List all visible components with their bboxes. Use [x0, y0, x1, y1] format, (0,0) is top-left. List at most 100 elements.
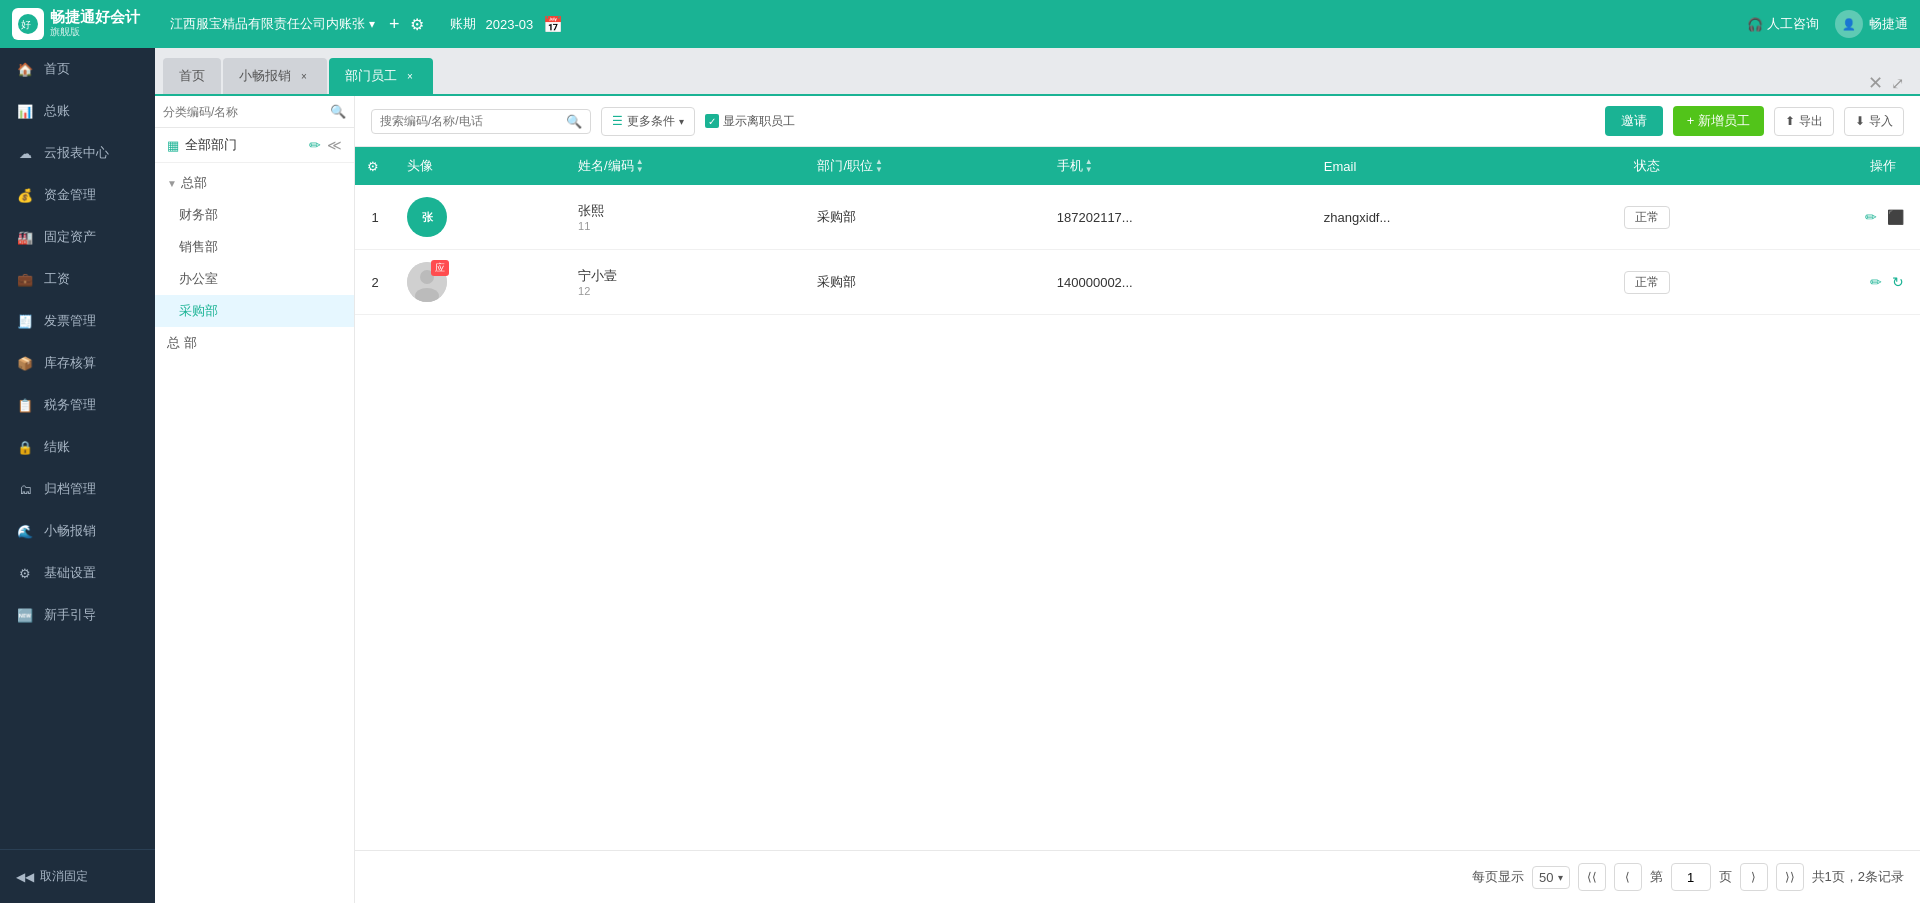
row-email-1: zhangxidf... — [1312, 185, 1554, 250]
next-page-button[interactable]: ⟩ — [1740, 863, 1768, 891]
table-header-row: ⚙ 头像 姓名/编码 ▲▼ — [355, 147, 1920, 185]
reports-icon: ☁ — [16, 144, 34, 162]
sidebar-item-assets[interactable]: 🏭 固定资产 — [0, 216, 155, 258]
calendar-icon[interactable]: 📅 — [543, 15, 563, 34]
tab-expense[interactable]: 小畅报销 × — [223, 58, 327, 94]
table-row: 2 — [355, 250, 1920, 315]
add-company-icon[interactable]: + — [389, 14, 400, 35]
company-selector[interactable]: 江西服宝精品有限责任公司内账张 ▾ — [170, 15, 375, 33]
prev-page-button[interactable]: ⟨ — [1614, 863, 1642, 891]
import-button[interactable]: ⬇ 导入 — [1844, 107, 1904, 136]
support-button[interactable]: 🎧 人工咨询 — [1747, 15, 1819, 33]
employee-search-input[interactable] — [380, 114, 560, 128]
sidebar-item-guide[interactable]: 🆕 新手引导 — [0, 594, 155, 636]
user-info[interactable]: 👤 畅捷通 — [1835, 10, 1908, 38]
salary-icon: 💼 — [16, 270, 34, 288]
row-dept-1: 采购部 — [805, 185, 1044, 250]
content-area: 首页 小畅报销 × 部门员工 × ✕ ⤢ 🔍 — [155, 48, 1920, 903]
first-page-button[interactable]: ⟨⟨ — [1578, 863, 1606, 891]
employee-toolbar: 🔍 ☰ 更多条件 ▾ ✓ 显示离职员工 — [355, 96, 1920, 147]
tab-home[interactable]: 首页 — [163, 58, 221, 94]
dept-item-sales[interactable]: 销售部 — [155, 231, 354, 263]
headphone-icon: 🎧 — [1747, 17, 1763, 32]
tab-employees-close[interactable]: × — [403, 69, 417, 83]
filter-icon: ☰ — [612, 114, 623, 128]
row-phone-1: 187202117... — [1045, 185, 1312, 250]
row-num-1: 1 — [355, 185, 395, 250]
more-filter-button[interactable]: ☰ 更多条件 ▾ — [601, 107, 695, 136]
tab-expense-close[interactable]: × — [297, 69, 311, 83]
sidebar-item-inventory[interactable]: 📦 库存核算 — [0, 342, 155, 384]
refresh-icon-2[interactable]: ↻ — [1892, 274, 1904, 290]
dept-collapse-icon[interactable]: ≪ — [327, 137, 342, 153]
export-button[interactable]: ⬆ 导出 — [1774, 107, 1834, 136]
sidebar-item-expense[interactable]: 🌊 小畅报销 — [0, 510, 155, 552]
funds-icon: 💰 — [16, 186, 34, 204]
row-avatar-2: 应 — [395, 250, 566, 315]
app-logo: 好 畅捷通好会计 旗舰版 — [12, 8, 140, 40]
avatar-circle-1: 张 — [407, 197, 447, 237]
sidebar-item-reports[interactable]: ☁ 云报表中心 — [0, 132, 155, 174]
page-size-select[interactable]: 50 ▾ — [1532, 866, 1569, 889]
sidebar-item-archive[interactable]: 🗂 归档管理 — [0, 468, 155, 510]
import-icon: ⬇ — [1855, 114, 1865, 128]
dept-edit-icon[interactable]: ✏ — [309, 137, 321, 153]
dropdown-icon: ▾ — [369, 17, 375, 31]
add-employee-button[interactable]: + 新增员工 — [1673, 106, 1764, 136]
page-size-dropdown-icon: ▾ — [1558, 872, 1563, 883]
tab-employees[interactable]: 部门员工 × — [329, 58, 433, 94]
row-num-2: 2 — [355, 250, 395, 315]
page-content: 🔍 ▦ 全部部门 ✏ ≪ ▼ 总部 — [155, 96, 1920, 903]
expand-window-icon[interactable]: ⤢ — [1891, 74, 1904, 93]
employee-table-wrap: ⚙ 头像 姓名/编码 ▲▼ — [355, 147, 1920, 850]
dept-all-header[interactable]: ▦ 全部部门 ✏ ≪ — [155, 128, 354, 163]
logout-icon-1[interactable]: ⬛ — [1887, 209, 1904, 225]
last-page-button[interactable]: ⟩⟩ — [1776, 863, 1804, 891]
show-resigned-checkbox[interactable]: ✓ 显示离职员工 — [705, 113, 795, 130]
sidebar-item-ledger[interactable]: 📊 总账 — [0, 90, 155, 132]
table-header-avatar: 头像 — [395, 147, 566, 185]
dept-item-hq2[interactable]: 总 部 — [155, 327, 354, 359]
sidebar-item-funds[interactable]: 💰 资金管理 — [0, 174, 155, 216]
dept-grid-icon: ▦ — [167, 138, 179, 153]
dept-search-icon[interactable]: 🔍 — [330, 104, 346, 119]
edit-icon-2[interactable]: ✏ — [1870, 274, 1882, 290]
table-header-phone[interactable]: 手机 ▲▼ — [1045, 147, 1312, 185]
sidebar-item-salary[interactable]: 💼 工资 — [0, 258, 155, 300]
archive-icon: 🗂 — [16, 480, 34, 498]
table-header-name-code[interactable]: 姓名/编码 ▲▼ — [566, 147, 805, 185]
row-dept-2: 采购部 — [805, 250, 1044, 315]
dept-search-input[interactable] — [163, 105, 324, 119]
dept-item-finance[interactable]: 财务部 — [155, 199, 354, 231]
sidebar-item-closing[interactable]: 🔒 结账 — [0, 426, 155, 468]
settings-icon[interactable]: ⚙ — [410, 15, 424, 34]
table-header-settings[interactable]: ⚙ — [355, 147, 395, 185]
filter-dropdown-icon: ▾ — [679, 116, 684, 127]
table-header-email: Email — [1312, 147, 1554, 185]
invite-button[interactable]: 邀请 — [1605, 106, 1663, 136]
search-icon[interactable]: 🔍 — [566, 114, 582, 129]
settings-nav-icon: ⚙ — [16, 564, 34, 582]
sidebar-item-invoice[interactable]: 🧾 发票管理 — [0, 300, 155, 342]
close-window-icon[interactable]: ✕ — [1868, 72, 1883, 94]
guide-icon: 🆕 — [16, 606, 34, 624]
edit-icon-1[interactable]: ✏ — [1865, 209, 1877, 225]
expense-icon: 🌊 — [16, 522, 34, 540]
sidebar-item-home[interactable]: 🏠 首页 — [0, 48, 155, 90]
page-number-input[interactable] — [1671, 863, 1711, 891]
pin-icon: ◀◀ — [16, 870, 34, 884]
sidebar: 🏠 首页 📊 总账 ☁ 云报表中心 💰 资金管理 🏭 固定资产 💼 工资 🧾 发… — [0, 48, 155, 903]
user-avatar: 👤 — [1835, 10, 1863, 38]
tab-bar: 首页 小畅报销 × 部门员工 × ✕ ⤢ — [155, 48, 1920, 96]
sidebar-item-tax[interactable]: 📋 税务管理 — [0, 384, 155, 426]
table-header-dept[interactable]: 部门/职位 ▲▼ — [805, 147, 1044, 185]
dept-tree: ▼ 总部 财务部 销售部 办公室 采购部 — [155, 163, 354, 363]
sidebar-item-settings[interactable]: ⚙ 基础设置 — [0, 552, 155, 594]
dept-item-office[interactable]: 办公室 — [155, 263, 354, 295]
dept-search-box: 🔍 — [155, 96, 354, 128]
unpin-button[interactable]: ◀◀ 取消固定 — [0, 860, 155, 893]
assets-icon: 🏭 — [16, 228, 34, 246]
dept-sort-arrows: ▲▼ — [875, 158, 883, 174]
dept-item-hq[interactable]: ▼ 总部 — [155, 167, 354, 199]
dept-item-purchase[interactable]: 采购部 — [155, 295, 354, 327]
